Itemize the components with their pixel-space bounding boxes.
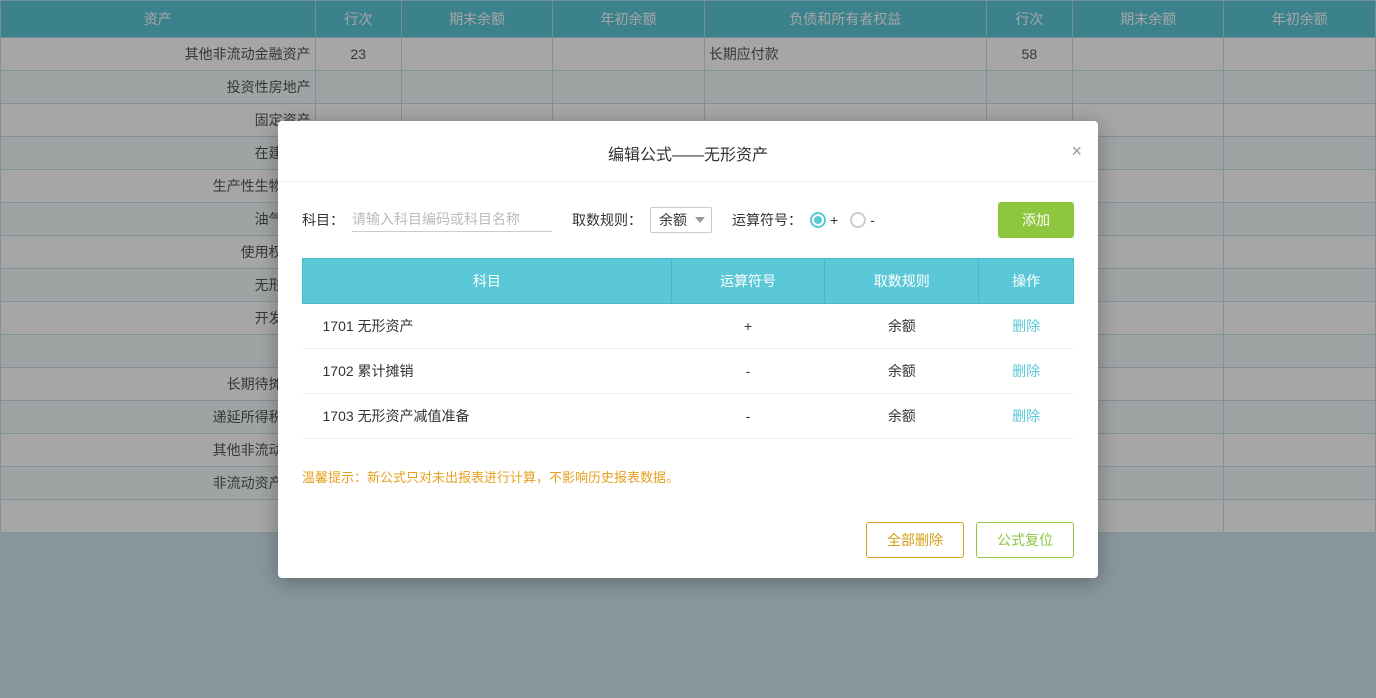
rule-group: 取数规则： 余额 借方 贷方	[572, 207, 712, 233]
modal-title: 编辑公式——无形资产	[608, 147, 768, 164]
cell-subject: 1703 无形资产减值准备	[303, 393, 672, 438]
radio-minus-circle	[850, 212, 866, 228]
operator-plus-radio[interactable]: +	[810, 212, 838, 228]
cell-action: 删除	[979, 303, 1074, 348]
formula-table: 科目 运算符号 取数规则 操作 1701 无形资产+余额删除1702 累计摊销-…	[302, 258, 1074, 439]
subject-label: 科目：	[302, 210, 344, 230]
modal-header: 编辑公式——无形资产 ×	[278, 121, 1098, 182]
radio-plus-circle	[810, 212, 826, 228]
col-action: 操作	[979, 258, 1074, 303]
cell-rule: 余额	[825, 393, 979, 438]
operator-radio-group: + -	[810, 212, 875, 228]
col-operator: 运算符号	[671, 258, 825, 303]
reset-formula-button[interactable]: 公式复位	[976, 522, 1074, 558]
operator-label: 运算符号：	[732, 210, 802, 230]
operator-plus-label: +	[830, 212, 838, 228]
delete-row-button[interactable]: 删除	[1012, 318, 1040, 334]
col-rule: 取数规则	[825, 258, 979, 303]
delete-row-button[interactable]: 删除	[1012, 363, 1040, 379]
subject-input[interactable]	[352, 207, 552, 232]
rule-label: 取数规则：	[572, 210, 642, 230]
cell-action: 删除	[979, 348, 1074, 393]
modal-overlay: 编辑公式——无形资产 × 科目： 取数规则： 余额 借方 贷方	[0, 0, 1376, 698]
edit-formula-modal: 编辑公式——无形资产 × 科目： 取数规则： 余额 借方 贷方	[278, 121, 1098, 578]
cell-action: 删除	[979, 393, 1074, 438]
cell-operator: -	[671, 393, 825, 438]
cell-operator: +	[671, 303, 825, 348]
table-header-row: 科目 运算符号 取数规则 操作	[303, 258, 1074, 303]
modal-close-button[interactable]: ×	[1071, 142, 1082, 160]
table-row: 1701 无形资产+余额 删除	[303, 303, 1074, 348]
table-row: 1703 无形资产减值准备-余额 删除	[303, 393, 1074, 438]
operator-group: 运算符号： + -	[732, 210, 875, 230]
table-row: 1702 累计摊销-余额 删除	[303, 348, 1074, 393]
add-button[interactable]: 添加	[998, 202, 1074, 238]
delete-all-button[interactable]: 全部删除	[866, 522, 964, 558]
warning-text: 温馨提示：新公式只对未出报表进行计算，不影响历史报表数据。	[302, 459, 1074, 502]
cell-operator: -	[671, 348, 825, 393]
rule-select[interactable]: 余额 借方 贷方	[650, 207, 712, 233]
rule-select-wrap: 余额 借方 贷方	[650, 207, 712, 233]
modal-footer: 全部删除 公式复位	[278, 522, 1098, 578]
operator-minus-radio[interactable]: -	[850, 212, 875, 228]
subject-group: 科目：	[302, 207, 552, 232]
col-subject: 科目	[303, 258, 672, 303]
operator-minus-label: -	[870, 212, 875, 228]
modal-body: 科目： 取数规则： 余额 借方 贷方 运算符号：	[278, 182, 1098, 522]
cell-subject: 1701 无形资产	[303, 303, 672, 348]
form-row: 科目： 取数规则： 余额 借方 贷方 运算符号：	[302, 202, 1074, 238]
cell-rule: 余额	[825, 348, 979, 393]
cell-rule: 余额	[825, 303, 979, 348]
delete-row-button[interactable]: 删除	[1012, 408, 1040, 424]
cell-subject: 1702 累计摊销	[303, 348, 672, 393]
